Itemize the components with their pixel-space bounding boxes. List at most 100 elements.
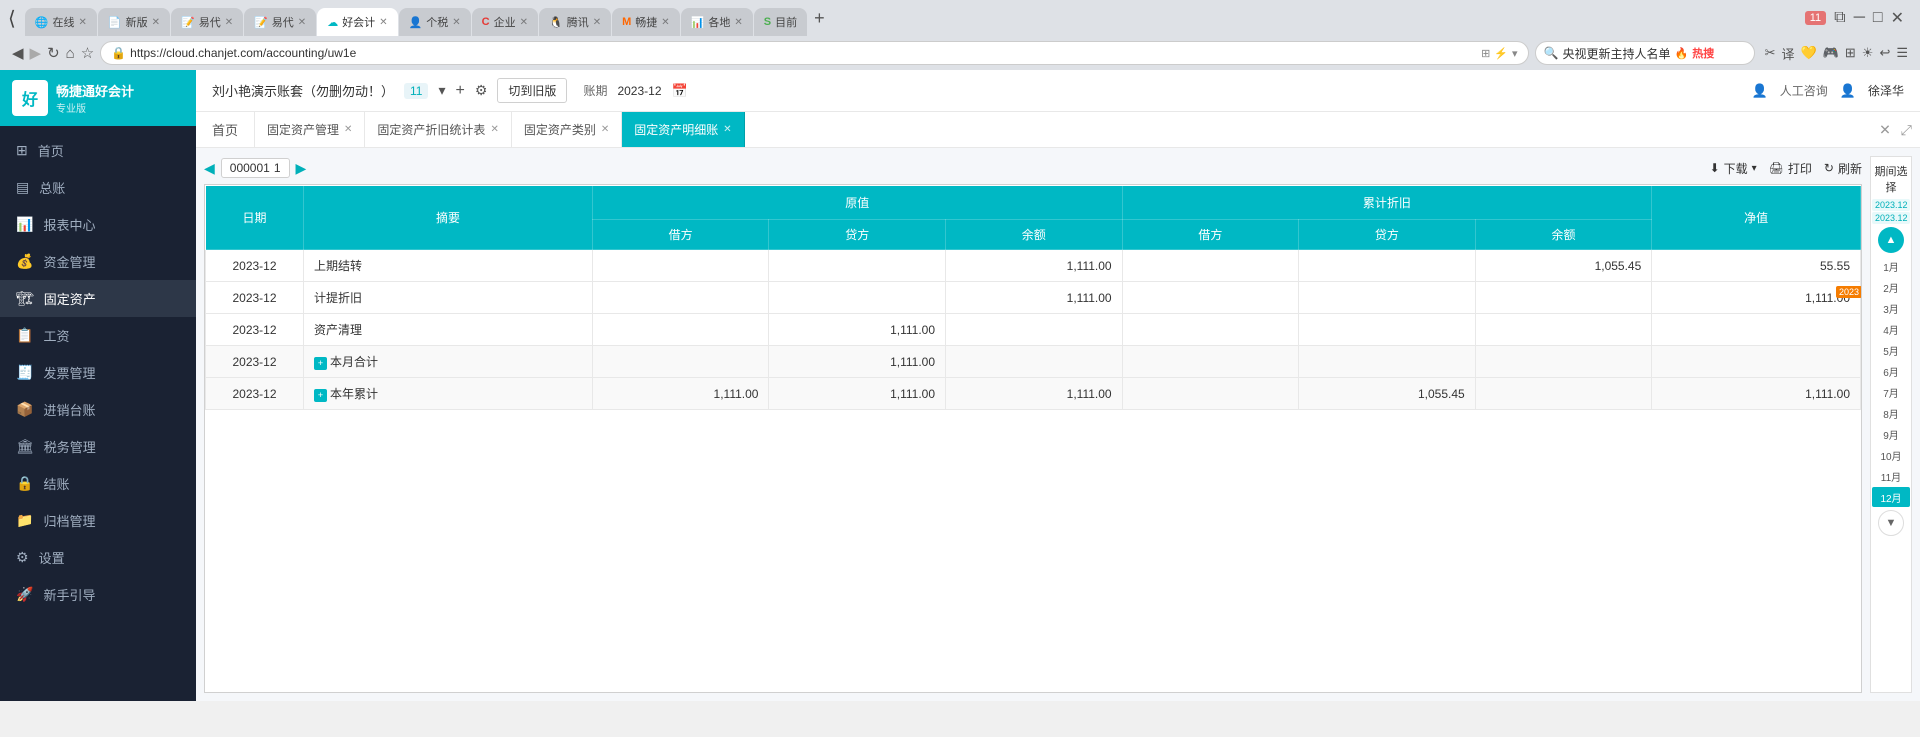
- user-name: 徐泽华: [1868, 82, 1904, 99]
- forward-button[interactable]: ▶: [30, 44, 42, 62]
- month-item-2[interactable]: 2月: [1872, 277, 1910, 297]
- sidebar-item-home[interactable]: ⊞ 首页: [0, 132, 196, 169]
- month-item-5[interactable]: 5月: [1872, 340, 1910, 360]
- dropdown-button[interactable]: ▾: [438, 82, 445, 99]
- tab-close-icon[interactable]: ✕: [298, 17, 306, 28]
- browser-tab-t3[interactable]: 📝 易代 ✕: [171, 8, 243, 36]
- month-item-9[interactable]: 9月: [1872, 424, 1910, 444]
- salary-icon: 📋: [16, 327, 33, 344]
- tab-fixed-category[interactable]: 固定资产类别 ✕: [512, 112, 622, 148]
- expand-page-icon[interactable]: ⤢: [1901, 121, 1912, 138]
- tab-close-icon[interactable]: ✕: [225, 17, 233, 28]
- tab-close-icon[interactable]: ✕: [520, 17, 528, 28]
- browser-tab-t10[interactable]: 📊 各地 ✕: [681, 8, 753, 36]
- calendar-icon[interactable]: 📅: [672, 83, 688, 99]
- menu-icon[interactable]: ☰: [1896, 45, 1908, 61]
- tab-close-icon[interactable]: ✕: [723, 124, 731, 135]
- tab-depreciation-stat[interactable]: 固定资产折旧统计表 ✕: [365, 112, 511, 148]
- tab-close-icon[interactable]: ✕: [601, 124, 609, 135]
- month-item-8[interactable]: 8月: [1872, 403, 1910, 423]
- sidebar-item-settings[interactable]: ⚙ 设置: [0, 539, 196, 576]
- sidebar-item-stock[interactable]: 📦 进销台账: [0, 391, 196, 428]
- address-bar[interactable]: 🔒 https://cloud.chanjet.com/accounting/u…: [100, 41, 1528, 65]
- maximize-icon[interactable]: □: [1873, 9, 1883, 27]
- hot-label: 热搜: [1692, 45, 1714, 61]
- month-item-1[interactable]: 1月: [1872, 256, 1910, 276]
- cell-orig-credit: 1,111.00: [769, 378, 946, 410]
- refresh-label: 刷新: [1838, 160, 1862, 177]
- tab-close-icon[interactable]: ✕: [593, 17, 601, 28]
- table-row-yearly-total: 2023-12 +本年累计 1,111.00 1,111.00 1,111.00…: [206, 378, 1861, 410]
- refresh-button[interactable]: ↻: [47, 44, 60, 62]
- col-orig-debit: 借方: [592, 220, 769, 250]
- month-item-11[interactable]: 11月: [1872, 466, 1910, 486]
- sidebar-item-tax[interactable]: 🏛 税务管理: [0, 428, 196, 465]
- cell-date: 2023-12: [206, 282, 304, 314]
- browser-tab-t6[interactable]: 👤 个税 ✕: [399, 8, 471, 36]
- tab-close-icon[interactable]: ✕: [79, 17, 87, 28]
- browser-tab-t8[interactable]: 🐧 腾讯 ✕: [539, 8, 611, 36]
- back-button[interactable]: ◀: [12, 44, 24, 62]
- month-item-6[interactable]: 6月: [1872, 361, 1910, 381]
- sidebar-item-guide[interactable]: 🚀 新手引导: [0, 576, 196, 613]
- browser-tab-t9[interactable]: M 畅捷 ✕: [612, 8, 680, 36]
- tab-label: 目前: [775, 14, 797, 30]
- sidebar-item-salary[interactable]: 📋 工资: [0, 317, 196, 354]
- browser-tab-t11[interactable]: S 目前: [754, 8, 807, 36]
- sidebar-item-general[interactable]: ▤ 总账: [0, 169, 196, 206]
- settings-button[interactable]: ⚙: [475, 82, 488, 99]
- period-value: 2023-12: [617, 84, 661, 98]
- sidebar-item-fixed[interactable]: 🏗 固定资产: [0, 280, 196, 317]
- tab-close-icon[interactable]: ✕: [734, 17, 742, 28]
- scroll-up-btn[interactable]: ▲: [1878, 227, 1904, 253]
- browser-tab-t1[interactable]: 🌐 在线 ✕: [25, 8, 97, 36]
- download-button[interactable]: ⬇ 下载 ▾: [1710, 160, 1757, 177]
- print-button[interactable]: 🖨 打印: [1769, 160, 1812, 177]
- sidebar-item-reports[interactable]: 📊 报表中心: [0, 206, 196, 243]
- month-item-10[interactable]: 10月: [1872, 445, 1910, 465]
- browser-tab-t4[interactable]: 📝 易代 ✕: [244, 8, 316, 36]
- sidebar-item-invoice[interactable]: 🧾 发票管理: [0, 354, 196, 391]
- cell-date: 2023-12: [206, 250, 304, 282]
- month-item-3[interactable]: 3月: [1872, 298, 1910, 318]
- sidebar-item-archive[interactable]: 📁 归档管理: [0, 502, 196, 539]
- period-label: 账期: [583, 82, 607, 99]
- refresh-button[interactable]: ↻ 刷新: [1824, 160, 1862, 177]
- col-accumulated-dep: 累计折旧: [1122, 186, 1652, 220]
- support-label[interactable]: 人工咨询: [1780, 82, 1828, 99]
- scroll-down-btn[interactable]: ▼: [1878, 510, 1904, 536]
- month-item-12-active[interactable]: 12月: [1872, 487, 1910, 507]
- new-tab-button[interactable]: +: [808, 0, 831, 36]
- sidebar-item-closing[interactable]: 🔒 结账: [0, 465, 196, 502]
- sidebar-label: 固定资产: [44, 289, 96, 308]
- prev-page-button[interactable]: ◀: [204, 160, 215, 177]
- home-button[interactable]: ⌂: [66, 45, 75, 62]
- tab-home[interactable]: 首页: [196, 112, 255, 148]
- tab-close-icon[interactable]: ✕: [379, 17, 387, 28]
- dropdown-icon[interactable]: ▾: [1512, 47, 1518, 60]
- close-icon[interactable]: ✕: [1891, 8, 1904, 28]
- minimize-icon[interactable]: ─: [1854, 9, 1865, 27]
- tab-close-icon[interactable]: ✕: [661, 17, 669, 28]
- tab-close-icon[interactable]: ✕: [344, 124, 352, 135]
- search-box[interactable]: 🔍 央视更新主持人名单 🔥 热搜: [1535, 41, 1755, 65]
- tab-close-icon[interactable]: ✕: [490, 124, 498, 135]
- browser-tab-t2[interactable]: 📄 新版 ✕: [98, 8, 170, 36]
- tab-label: 畅捷: [635, 14, 657, 30]
- sidebar-label: 总账: [39, 178, 65, 197]
- tab-fixed-detail[interactable]: 固定资产明细账 ✕: [622, 112, 744, 148]
- bookmark-button[interactable]: ☆: [81, 44, 94, 62]
- browser-tab-t7[interactable]: C 企业 ✕: [472, 8, 538, 36]
- action-buttons: ⬇ 下载 ▾ 🖨 打印 ↻ 刷新: [1710, 160, 1862, 177]
- tab-fixed-mgmt[interactable]: 固定资产管理 ✕: [255, 112, 365, 148]
- add-button[interactable]: +: [456, 82, 465, 100]
- browser-tab-t5-active[interactable]: ☁ 好会计 ✕: [317, 8, 397, 36]
- month-item-7[interactable]: 7月: [1872, 382, 1910, 402]
- sidebar-item-funds[interactable]: 💰 资金管理: [0, 243, 196, 280]
- month-item-4[interactable]: 4月: [1872, 319, 1910, 339]
- switch-version-button[interactable]: 切到旧版: [497, 78, 567, 103]
- tab-close-icon[interactable]: ✕: [152, 17, 160, 28]
- next-page-button[interactable]: ▶: [296, 160, 307, 177]
- tab-close-icon[interactable]: ✕: [452, 17, 460, 28]
- close-page-icon[interactable]: ✕: [1879, 121, 1891, 138]
